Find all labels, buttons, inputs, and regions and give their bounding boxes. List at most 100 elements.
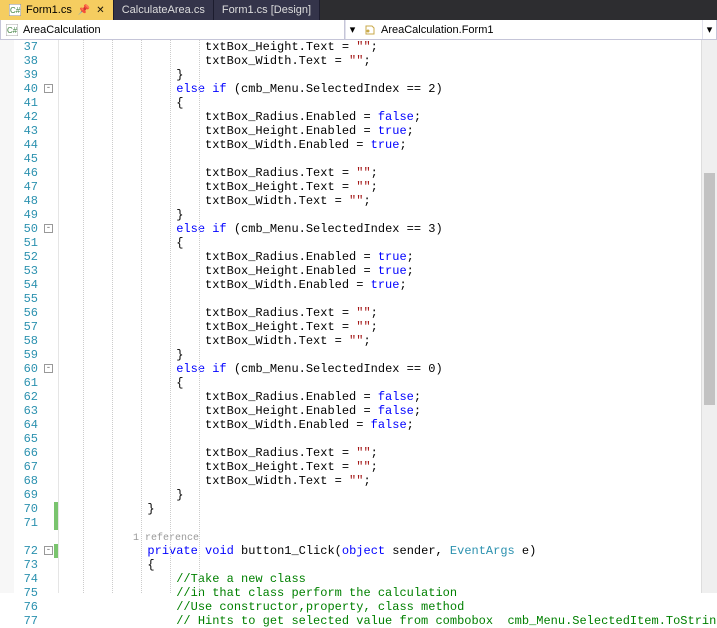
line-number[interactable]: 66 [14, 446, 38, 460]
code-line[interactable]: } [61, 208, 717, 222]
line-number[interactable]: 48 [14, 194, 38, 208]
line-number[interactable]: 38 [14, 54, 38, 68]
outline-toggle[interactable]: - [44, 224, 53, 233]
line-number[interactable]: 72 [14, 544, 38, 558]
line-number-margin[interactable]: 3738394041424344454647484950515253545556… [14, 40, 42, 593]
code-line[interactable]: txtBox_Height.Enabled = true; [61, 124, 717, 138]
outline-toggle[interactable]: - [44, 84, 53, 93]
line-number[interactable]: 61 [14, 376, 38, 390]
code-line[interactable]: txtBox_Width.Text = ""; [61, 54, 717, 68]
code-line[interactable]: { [61, 376, 717, 390]
pin-icon[interactable]: 📌 [78, 5, 90, 16]
code-line[interactable]: // Hints to get selected value from comb… [61, 614, 717, 628]
line-number[interactable]: 60 [14, 362, 38, 376]
line-number[interactable]: 39 [14, 68, 38, 82]
line-number[interactable]: 63 [14, 404, 38, 418]
vertical-scrollbar[interactable] [701, 40, 717, 593]
tab-form1-design[interactable]: Form1.cs [Design] [214, 0, 320, 20]
code-editor[interactable]: 3738394041424344454647484950515253545556… [0, 40, 717, 593]
outline-toggle[interactable]: - [44, 364, 53, 373]
line-number[interactable]: 73 [14, 558, 38, 572]
code-line[interactable]: txtBox_Width.Enabled = false; [61, 418, 717, 432]
line-number[interactable]: 54 [14, 278, 38, 292]
line-number[interactable]: 50 [14, 222, 38, 236]
code-line[interactable] [61, 516, 717, 530]
code-line[interactable]: //in that class perform the calculation [61, 586, 717, 600]
code-line[interactable]: txtBox_Width.Text = ""; [61, 194, 717, 208]
line-number[interactable]: 37 [14, 40, 38, 54]
line-number[interactable]: 51 [14, 236, 38, 250]
code-line[interactable]: //Use constructor,property, class method [61, 600, 717, 614]
line-number[interactable]: 46 [14, 166, 38, 180]
line-number[interactable]: 57 [14, 320, 38, 334]
code-line[interactable]: else if (cmb_Menu.SelectedIndex == 3) [61, 222, 717, 236]
close-icon[interactable]: ✕ [96, 5, 104, 16]
code-line[interactable]: txtBox_Height.Text = ""; [61, 460, 717, 474]
code-line[interactable] [61, 432, 717, 446]
code-line[interactable]: txtBox_Radius.Text = ""; [61, 306, 717, 320]
line-number[interactable]: 40 [14, 82, 38, 96]
line-number[interactable]: 56 [14, 306, 38, 320]
line-number[interactable]: 47 [14, 180, 38, 194]
code-line[interactable]: txtBox_Radius.Text = ""; [61, 446, 717, 460]
code-line[interactable]: //Take a new class [61, 572, 717, 586]
code-line[interactable]: txtBox_Radius.Text = ""; [61, 166, 717, 180]
line-number[interactable]: 42 [14, 110, 38, 124]
code-line[interactable]: txtBox_Height.Text = ""; [61, 180, 717, 194]
code-line[interactable]: txtBox_Width.Enabled = true; [61, 138, 717, 152]
namespace-chevron[interactable]: ▾ [345, 20, 359, 39]
tab-calculatearea-cs[interactable]: CalculateArea.cs [114, 0, 214, 20]
tab-form1-cs[interactable]: C# Form1.cs 📌 ✕ [0, 0, 114, 20]
code-line[interactable]: } [61, 68, 717, 82]
line-number[interactable]: 69 [14, 488, 38, 502]
code-line[interactable]: else if (cmb_Menu.SelectedIndex == 0) [61, 362, 717, 376]
line-number[interactable]: 59 [14, 348, 38, 362]
code-line[interactable]: } [61, 348, 717, 362]
line-number[interactable]: 49 [14, 208, 38, 222]
code-line[interactable] [61, 152, 717, 166]
line-number[interactable]: 64 [14, 418, 38, 432]
code-line[interactable]: txtBox_Height.Enabled = false; [61, 404, 717, 418]
code-line[interactable]: else if (cmb_Menu.SelectedIndex == 2) [61, 82, 717, 96]
code-line[interactable]: txtBox_Radius.Enabled = false; [61, 390, 717, 404]
code-line[interactable]: txtBox_Width.Enabled = true; [61, 278, 717, 292]
line-number[interactable]: 52 [14, 250, 38, 264]
code-line[interactable]: } [61, 488, 717, 502]
line-number[interactable]: 77 [14, 614, 38, 628]
line-number[interactable]: 62 [14, 390, 38, 404]
code-line[interactable]: txtBox_Radius.Enabled = true; [61, 250, 717, 264]
code-line[interactable]: txtBox_Width.Text = ""; [61, 334, 717, 348]
code-line[interactable]: txtBox_Radius.Enabled = false; [61, 110, 717, 124]
line-number[interactable]: 70 [14, 502, 38, 516]
outline-toggle[interactable]: - [44, 546, 53, 555]
code-line[interactable]: { [61, 236, 717, 250]
code-line[interactable]: { [61, 558, 717, 572]
line-number[interactable]: 41 [14, 96, 38, 110]
line-number[interactable]: 44 [14, 138, 38, 152]
code-line[interactable]: { [61, 96, 717, 110]
code-line[interactable]: txtBox_Width.Text = ""; [61, 474, 717, 488]
line-number[interactable]: 68 [14, 474, 38, 488]
class-chevron[interactable]: ▾ [702, 20, 716, 39]
line-number[interactable]: 74 [14, 572, 38, 586]
code-line[interactable]: txtBox_Height.Text = ""; [61, 40, 717, 54]
code-text-area[interactable]: txtBox_Height.Text = ""; txtBox_Width.Te… [59, 40, 717, 593]
codelens-references[interactable]: 1 reference [61, 533, 199, 544]
line-number[interactable]: 76 [14, 600, 38, 614]
line-number[interactable]: 43 [14, 124, 38, 138]
line-number[interactable]: 58 [14, 334, 38, 348]
line-number[interactable]: 71 [14, 516, 38, 530]
line-number[interactable]: 67 [14, 460, 38, 474]
outlining-margin[interactable]: - - - - [42, 40, 54, 593]
code-line[interactable]: private void button1_Click(object sender… [61, 544, 717, 558]
line-number[interactable]: 53 [14, 264, 38, 278]
code-line[interactable]: txtBox_Height.Text = ""; [61, 320, 717, 334]
line-number[interactable]: 65 [14, 432, 38, 446]
line-number[interactable]: 45 [14, 152, 38, 166]
breakpoint-margin[interactable] [0, 40, 14, 593]
code-line[interactable]: } [61, 502, 717, 516]
scrollbar-thumb[interactable] [704, 173, 715, 405]
namespace-dropdown[interactable]: C# AreaCalculation [1, 20, 345, 39]
line-number[interactable]: 75 [14, 586, 38, 600]
line-number[interactable]: 55 [14, 292, 38, 306]
